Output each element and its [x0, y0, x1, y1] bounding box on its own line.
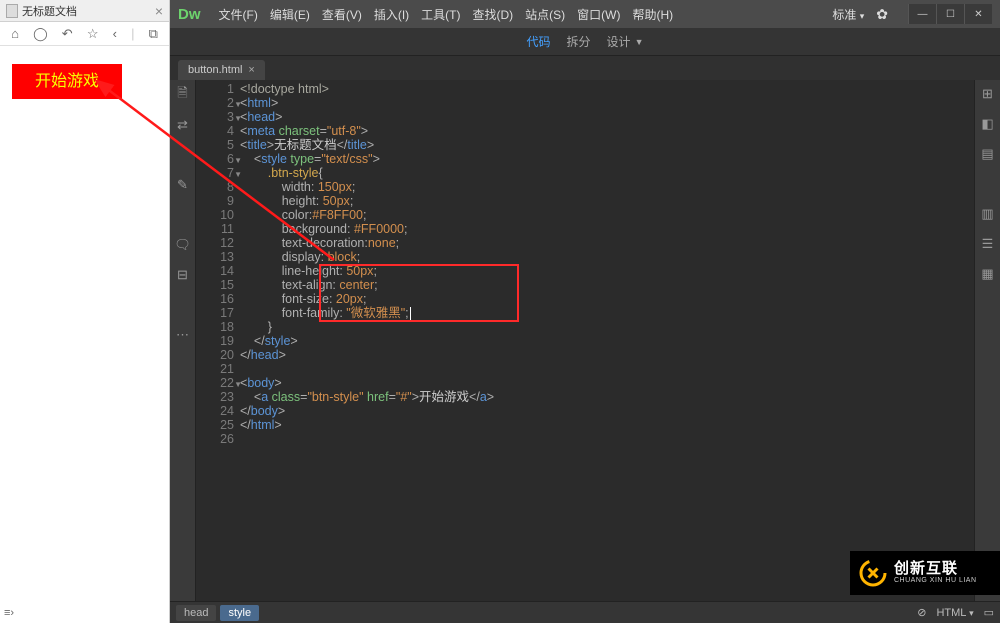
menubar: Dw 文件(F) 编辑(E) 查看(V) 插入(I) 工具(T) 查找(D) 站…	[170, 0, 1000, 28]
preview-panel: 无标题文档 × ⌂ ◯ ↶ ☆ ‹ | ⧉ 开始游戏 ≡›	[0, 0, 170, 623]
panel-icon-5[interactable]: ☰	[982, 236, 994, 254]
copy-icon[interactable]: ⧉	[149, 26, 158, 42]
chevron-down-icon[interactable]: ▼	[635, 37, 644, 47]
error-icon[interactable]: ⊘	[917, 606, 926, 619]
back-icon[interactable]: ↶	[62, 26, 73, 42]
preview-tab-title: 无标题文档	[22, 3, 77, 19]
dreamweaver-panel: Dw 文件(F) 编辑(E) 查看(V) 插入(I) 工具(T) 查找(D) 站…	[170, 0, 1000, 623]
close-icon[interactable]: ×	[155, 3, 163, 19]
home-icon[interactable]: ⌂	[11, 26, 19, 41]
tab-close-icon[interactable]: ×	[248, 64, 254, 76]
workspace-selector[interactable]: 标准 ▾	[832, 6, 864, 23]
panel-icon-6[interactable]: ▦	[981, 266, 993, 284]
menu-view[interactable]: 查看(V)	[322, 6, 362, 23]
star-icon[interactable]: ☆	[87, 26, 99, 42]
view-design[interactable]: 设计	[607, 33, 631, 50]
file-tab-name: button.html	[188, 64, 242, 76]
comment-icon[interactable]: 🗨	[174, 236, 191, 254]
minimize-button[interactable]: —	[908, 4, 936, 24]
brush-icon[interactable]: ✎	[177, 176, 188, 194]
preview-status-bar: ≡›	[4, 607, 14, 619]
line-gutter: 12▼3▼45 6▼7▼8910 11121314151617181920 21…	[196, 82, 240, 446]
maximize-button[interactable]: ☐	[936, 4, 964, 24]
menu-lines-icon[interactable]: ≡›	[4, 607, 14, 619]
document-icon	[6, 4, 18, 18]
right-toolbar: ⊞ ◧ ▤ ▥ ☰ ▦	[974, 80, 1000, 601]
menu-find[interactable]: 查找(D)	[472, 6, 513, 23]
crumb-style[interactable]: style	[220, 605, 259, 621]
more-icon[interactable]: ⋯	[176, 326, 189, 344]
lang-selector[interactable]: HTML ▾	[936, 607, 973, 619]
code-editor[interactable]: 12▼3▼45 6▼7▼8910 11121314151617181920 21…	[196, 80, 974, 601]
panel-toggle-icon[interactable]: ▭	[984, 606, 994, 619]
file-manager-icon[interactable]: 🗎	[177, 86, 187, 104]
file-tabs: button.html ×	[170, 56, 1000, 80]
gear-icon[interactable]: ✿	[876, 6, 888, 23]
collapse-icon[interactable]: ⊟	[177, 266, 188, 284]
menu-help[interactable]: 帮助(H)	[632, 6, 673, 23]
left-toolbar: 🗎 ⇄ ✎ 🗨 ⊟ ⋯	[170, 80, 196, 601]
watermark-brand: 创新互联	[894, 561, 977, 578]
panel-icon-2[interactable]: ◧	[981, 116, 993, 134]
file-tab[interactable]: button.html ×	[178, 60, 265, 80]
menu-edit[interactable]: 编辑(E)	[270, 6, 310, 23]
preview-button[interactable]: 开始游戏	[12, 64, 122, 99]
arrow-left-icon[interactable]: ‹	[113, 26, 117, 41]
menu-insert[interactable]: 插入(I)	[374, 6, 409, 23]
menu-site[interactable]: 站点(S)	[525, 6, 565, 23]
view-split[interactable]: 拆分	[567, 33, 591, 50]
arrows-icon[interactable]: ⇄	[177, 116, 188, 134]
menu-window[interactable]: 窗口(W)	[577, 6, 620, 23]
preview-toolbar: ⌂ ◯ ↶ ☆ ‹ | ⧉	[0, 22, 169, 46]
reload-icon[interactable]: ◯	[33, 26, 48, 42]
breadcrumb-bar: head style ⊘ HTML ▾ ▭	[170, 601, 1000, 623]
view-code[interactable]: 代码	[527, 33, 551, 50]
watermark-logo: 创新互联 CHUANG XIN HU LIAN	[850, 551, 1000, 595]
menu-tools[interactable]: 工具(T)	[421, 6, 460, 23]
panel-icon-1[interactable]: ⊞	[982, 86, 993, 104]
preview-viewport: 开始游戏	[0, 46, 169, 117]
crumb-head[interactable]: head	[176, 605, 216, 621]
menu-file[interactable]: 文件(F)	[219, 6, 258, 23]
preview-tab[interactable]: 无标题文档 ×	[0, 0, 169, 22]
watermark-sub: CHUANG XIN HU LIAN	[894, 577, 977, 585]
panel-icon-4[interactable]: ▥	[981, 206, 993, 224]
panel-icon-3[interactable]: ▤	[981, 146, 993, 164]
close-button[interactable]: ✕	[964, 4, 992, 24]
app-logo: Dw	[178, 6, 201, 23]
view-switcher: 代码 拆分 设计 ▼	[170, 28, 1000, 56]
code-lines: <!doctype html> <html> <head> <meta char…	[240, 82, 974, 446]
